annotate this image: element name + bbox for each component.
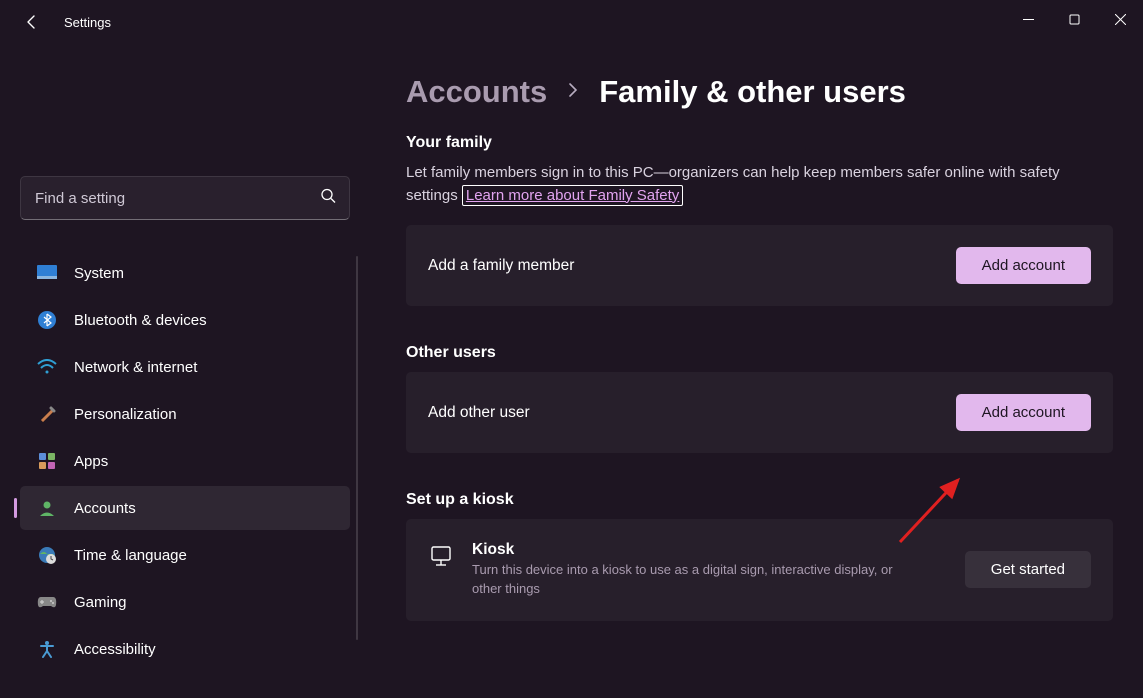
window-controls [1005, 0, 1143, 38]
display-icon [36, 262, 58, 284]
sidebar-item-gaming[interactable]: Gaming [20, 580, 350, 624]
breadcrumb-parent[interactable]: Accounts [406, 74, 547, 110]
sidebar-item-system[interactable]: System [20, 251, 350, 295]
breadcrumb-current: Family & other users [599, 74, 906, 110]
apps-icon [36, 450, 58, 472]
other-users-heading: Other users [406, 344, 1113, 362]
back-button[interactable] [18, 8, 46, 36]
sidebar-item-label: Network & internet [74, 359, 197, 376]
sidebar-item-personalization[interactable]: Personalization [20, 392, 350, 436]
nav-list: System Bluetooth & devices Network & int… [12, 248, 358, 698]
main-content: Accounts Family & other users Your famil… [370, 44, 1143, 698]
sidebar: System Bluetooth & devices Network & int… [0, 44, 370, 698]
titlebar: Settings [0, 0, 1143, 44]
add-family-account-button[interactable]: Add account [956, 247, 1091, 284]
sidebar-item-bluetooth[interactable]: Bluetooth & devices [20, 298, 350, 342]
sidebar-item-label: Apps [74, 453, 108, 470]
kiosk-icon [428, 543, 454, 569]
add-family-card: Add a family member Add account [406, 225, 1113, 306]
sidebar-item-label: Accounts [74, 500, 136, 517]
sidebar-item-label: Accessibility [74, 641, 156, 658]
scrollbar-indicator [356, 256, 358, 640]
sidebar-item-label: Bluetooth & devices [74, 312, 207, 329]
family-heading: Your family [406, 134, 1113, 152]
family-description: Let family members sign in to this PC—or… [406, 162, 1113, 207]
family-safety-link[interactable]: Learn more about Family Safety [462, 185, 683, 206]
sidebar-item-label: System [74, 265, 124, 282]
globe-icon [36, 544, 58, 566]
close-button[interactable] [1097, 0, 1143, 38]
bluetooth-icon [36, 309, 58, 331]
chevron-right-icon [567, 82, 579, 103]
app-title: Settings [64, 15, 111, 30]
sidebar-item-network[interactable]: Network & internet [20, 345, 350, 389]
close-icon [1115, 14, 1126, 25]
maximize-icon [1069, 14, 1080, 25]
kiosk-card: Kiosk Turn this device into a kiosk to u… [406, 519, 1113, 621]
kiosk-heading: Set up a kiosk [406, 491, 1113, 509]
sidebar-item-label: Personalization [74, 406, 177, 423]
maximize-button[interactable] [1051, 0, 1097, 38]
paintbrush-icon [36, 403, 58, 425]
sidebar-item-accounts[interactable]: Accounts [20, 486, 350, 530]
minimize-icon [1023, 14, 1034, 25]
gaming-icon [36, 591, 58, 613]
sidebar-item-accessibility[interactable]: Accessibility [20, 627, 350, 671]
add-other-user-card: Add other user Add account [406, 372, 1113, 453]
sidebar-item-apps[interactable]: Apps [20, 439, 350, 483]
add-family-label: Add a family member [428, 257, 574, 275]
sidebar-item-time[interactable]: Time & language [20, 533, 350, 577]
sidebar-item-label: Time & language [74, 547, 187, 564]
sidebar-item-label: Gaming [74, 594, 127, 611]
minimize-button[interactable] [1005, 0, 1051, 38]
kiosk-get-started-button[interactable]: Get started [965, 551, 1091, 588]
search-container [20, 176, 350, 220]
search-input[interactable] [20, 176, 350, 220]
add-other-user-label: Add other user [428, 404, 530, 422]
breadcrumb: Accounts Family & other users [406, 74, 1113, 110]
wifi-icon [36, 356, 58, 378]
accessibility-icon [36, 638, 58, 660]
add-other-account-button[interactable]: Add account [956, 394, 1091, 431]
kiosk-description: Turn this device into a kiosk to use as … [472, 561, 902, 599]
kiosk-title: Kiosk [472, 541, 902, 559]
arrow-left-icon [24, 14, 40, 30]
accounts-icon [36, 497, 58, 519]
